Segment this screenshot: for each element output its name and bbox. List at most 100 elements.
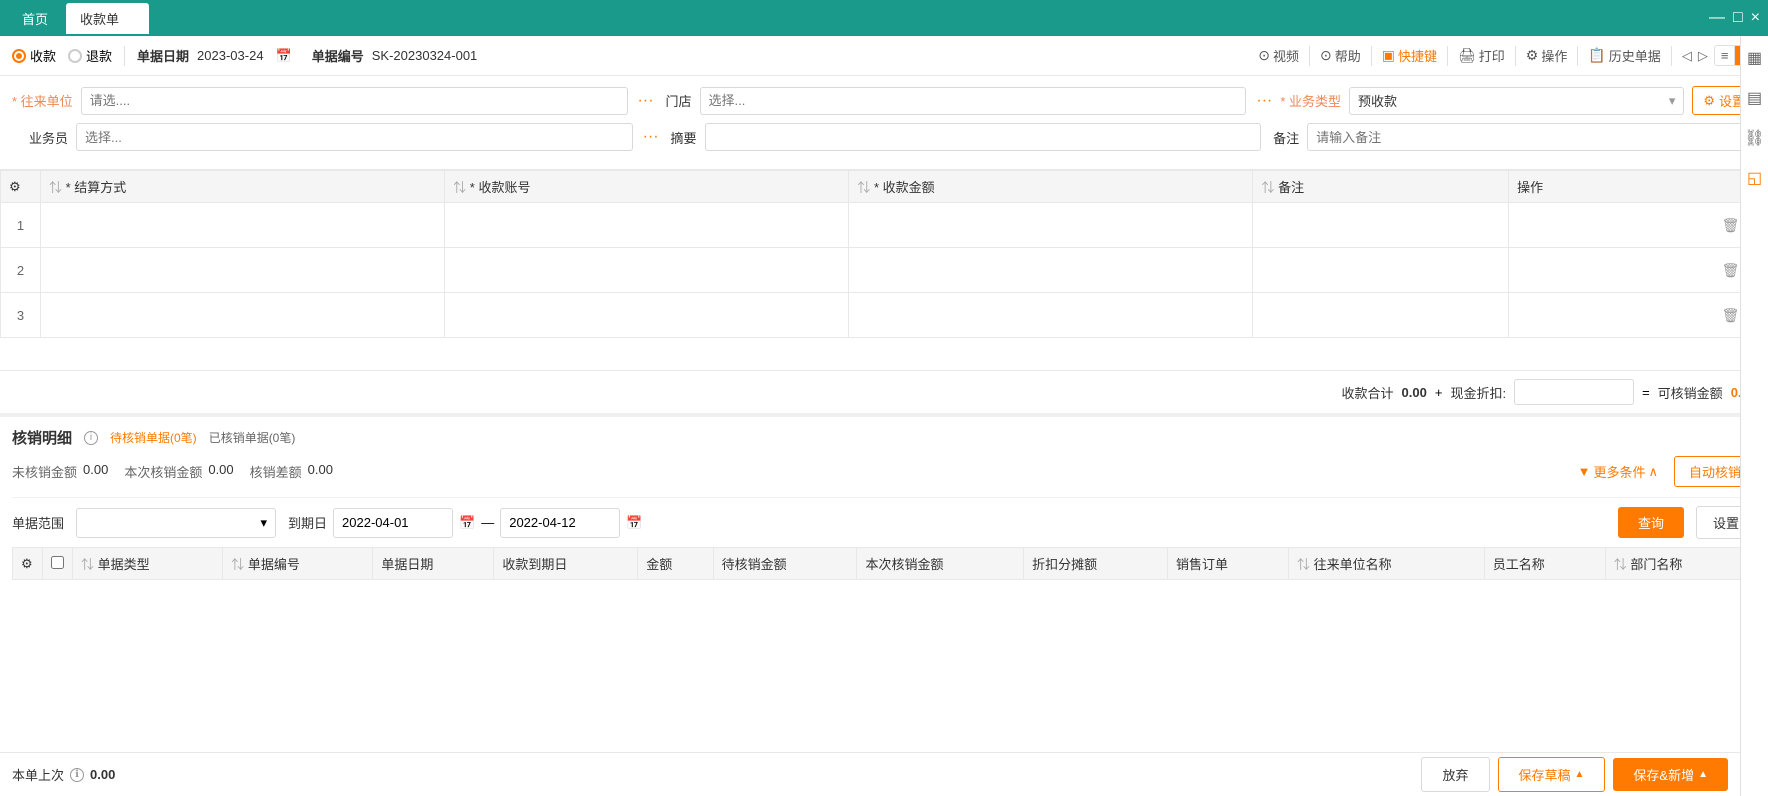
summary-input[interactable] bbox=[705, 123, 1262, 151]
btcol-pending: 待核销金额 bbox=[713, 548, 857, 580]
footer-info: 本单上次 ℹ 0.00 bbox=[12, 765, 115, 784]
discount-input[interactable] bbox=[1514, 379, 1634, 405]
sidebar-list-icon[interactable]: ▤ bbox=[1743, 84, 1766, 112]
row-3-payment[interactable] bbox=[41, 293, 445, 338]
business-type-select[interactable]: 预收款 ▾ bbox=[1349, 87, 1684, 115]
equals-sign: = bbox=[1642, 385, 1650, 400]
video-action[interactable]: ⊙ 视频 bbox=[1258, 46, 1299, 65]
sep6 bbox=[1577, 46, 1578, 66]
help-action[interactable]: ⊙ 帮助 bbox=[1320, 46, 1361, 65]
row-2-remark[interactable] bbox=[1253, 248, 1509, 293]
radio-refund[interactable]: 退款 bbox=[68, 46, 112, 65]
video-icon: ⊙ bbox=[1258, 47, 1270, 64]
col-account: ⇅ * 收款账号 bbox=[445, 171, 849, 203]
next-icon[interactable]: ▷ bbox=[1698, 48, 1708, 64]
store-input[interactable] bbox=[700, 87, 1247, 115]
close-window-button[interactable]: × bbox=[1751, 9, 1760, 27]
store-label: 门店 bbox=[662, 91, 692, 110]
counterpart-input[interactable] bbox=[81, 87, 628, 115]
save-new-button[interactable]: 保存&新增 ▲ bbox=[1613, 758, 1728, 791]
more-conditions-btn[interactable]: ▼ 更多条件 ∧ bbox=[1578, 462, 1658, 481]
shortcut-action[interactable]: ▣ 快捷键 bbox=[1382, 46, 1437, 65]
operation-action[interactable]: ⚙ 操作 bbox=[1526, 46, 1568, 65]
verify-info-icon[interactable]: i bbox=[84, 431, 98, 445]
minimize-button[interactable]: — bbox=[1709, 9, 1725, 27]
row-3-delete-icon[interactable]: 🗑 bbox=[1722, 307, 1740, 323]
receipt-table: ⚙ ⇅ * 结算方式 ⇅ * 收款账号 ⇅ * 收款金额 ⇅ bbox=[0, 170, 1768, 338]
this-bill-value: 0.00 bbox=[90, 767, 115, 782]
row-num-2: 2 bbox=[1, 248, 41, 293]
pending-tab[interactable]: 待核销单据(0笔) bbox=[110, 429, 197, 446]
btcol-counterpart: ⇅ 往来单位名称 bbox=[1288, 548, 1484, 580]
row-1-delete-icon[interactable]: 🗑 bbox=[1722, 217, 1740, 233]
remark-input[interactable] bbox=[1307, 123, 1756, 151]
receipt-type-radio-group: 收款 退款 bbox=[12, 46, 112, 65]
calendar-to-icon[interactable]: 📅 bbox=[626, 515, 642, 531]
table-row: 2 🗑 ⧉ bbox=[1, 248, 1768, 293]
footer-info-icon[interactable]: ℹ bbox=[70, 768, 84, 782]
row-1-account[interactable] bbox=[445, 203, 849, 248]
row-2-payment[interactable] bbox=[41, 248, 445, 293]
prev-icon[interactable]: ◁ bbox=[1682, 48, 1692, 64]
btcol-bill-type: ⇅ 单据类型 bbox=[73, 548, 223, 580]
row-1-amount[interactable] bbox=[849, 203, 1253, 248]
sidebar-expand-icon[interactable]: ◱ bbox=[1743, 164, 1766, 192]
row-num-3: 3 bbox=[1, 293, 41, 338]
row-2-delete-icon[interactable]: 🗑 bbox=[1722, 262, 1740, 278]
btcol-setting[interactable]: ⚙ bbox=[13, 548, 43, 580]
sidebar-table-icon[interactable]: ▦ bbox=[1743, 44, 1766, 72]
row-3-amount[interactable] bbox=[849, 293, 1253, 338]
settings-icon: ⚙ bbox=[1703, 93, 1715, 109]
row-3-remark[interactable] bbox=[1253, 293, 1509, 338]
calendar-icon[interactable]: 📅 bbox=[276, 48, 292, 64]
discard-button[interactable]: 放弃 bbox=[1421, 757, 1489, 792]
radio-receipt-dot bbox=[12, 49, 26, 63]
sidebar-link-icon[interactable]: ⛓ bbox=[1740, 124, 1768, 152]
sep4 bbox=[1447, 46, 1448, 66]
verify-table: ⚙ ⇅ 单据类型 ⇅ 单据编号 单据日期 收款到期日 金额 待 bbox=[12, 547, 1756, 580]
form-row-2: 业务员 ··· 摘要 备注 bbox=[12, 123, 1756, 151]
row-1-remark[interactable] bbox=[1253, 203, 1509, 248]
verify-title: 核销明细 bbox=[12, 427, 72, 448]
row-2-account[interactable] bbox=[445, 248, 849, 293]
row-2-amount[interactable] bbox=[849, 248, 1253, 293]
salesman-input[interactable] bbox=[76, 123, 633, 151]
save-draft-button[interactable]: 保存草稿 ▲ bbox=[1498, 757, 1606, 792]
row-1-payment[interactable] bbox=[41, 203, 445, 248]
col-setting[interactable]: ⚙ bbox=[1, 171, 41, 203]
radio-receipt[interactable]: 收款 bbox=[12, 46, 56, 65]
operation-icon: ⚙ bbox=[1526, 47, 1539, 64]
tab-home[interactable]: 首页 bbox=[8, 3, 62, 34]
calendar-from-icon[interactable]: 📅 bbox=[459, 515, 475, 531]
summary-label: 摘要 bbox=[667, 128, 697, 147]
range-select[interactable]: ▾ bbox=[76, 508, 276, 538]
list-view-btn[interactable]: ≡ bbox=[1715, 46, 1735, 65]
counterpart-more-icon[interactable]: ··· bbox=[638, 92, 654, 110]
print-icon: 🖨 bbox=[1458, 47, 1476, 64]
select-all-checkbox[interactable] bbox=[51, 556, 64, 569]
btcol-due-date: 收款到期日 bbox=[494, 548, 638, 580]
history-action[interactable]: 📋 历史单据 bbox=[1588, 46, 1660, 65]
tab-receipt[interactable]: 收款单 × bbox=[66, 3, 149, 34]
btcol-discount: 折扣分摊额 bbox=[1024, 548, 1168, 580]
total-value: 0.00 bbox=[1402, 385, 1427, 400]
window-controls: — □ × bbox=[1709, 9, 1760, 27]
remark-label: 备注 bbox=[1269, 128, 1299, 147]
print-action[interactable]: 🖨 打印 bbox=[1458, 46, 1505, 65]
done-tab[interactable]: 已核销单据(0笔) bbox=[209, 429, 296, 446]
maximize-button[interactable]: □ bbox=[1733, 9, 1743, 27]
close-tab-icon[interactable]: × bbox=[127, 11, 135, 27]
query-button[interactable]: 查询 bbox=[1618, 507, 1684, 538]
range-label: 单据范围 bbox=[12, 513, 64, 532]
col-remark: ⇅ 备注 bbox=[1253, 171, 1509, 203]
row-num-1: 1 bbox=[1, 203, 41, 248]
filter-icon: ▼ bbox=[1578, 464, 1591, 479]
verify-info-row: 未核销金额 0.00 本次核销金额 0.00 核销差额 0.00 ▼ 更多条件 … bbox=[12, 456, 1756, 487]
btcol-checkbox[interactable] bbox=[43, 548, 73, 580]
salesman-more-icon[interactable]: ··· bbox=[643, 128, 659, 146]
date-to-input[interactable] bbox=[500, 508, 620, 538]
right-sidebar: ▦ ▤ ⛓ ◱ bbox=[1740, 36, 1768, 796]
row-3-account[interactable] bbox=[445, 293, 849, 338]
date-from-input[interactable] bbox=[333, 508, 453, 538]
store-more-icon[interactable]: ··· bbox=[1256, 92, 1272, 110]
